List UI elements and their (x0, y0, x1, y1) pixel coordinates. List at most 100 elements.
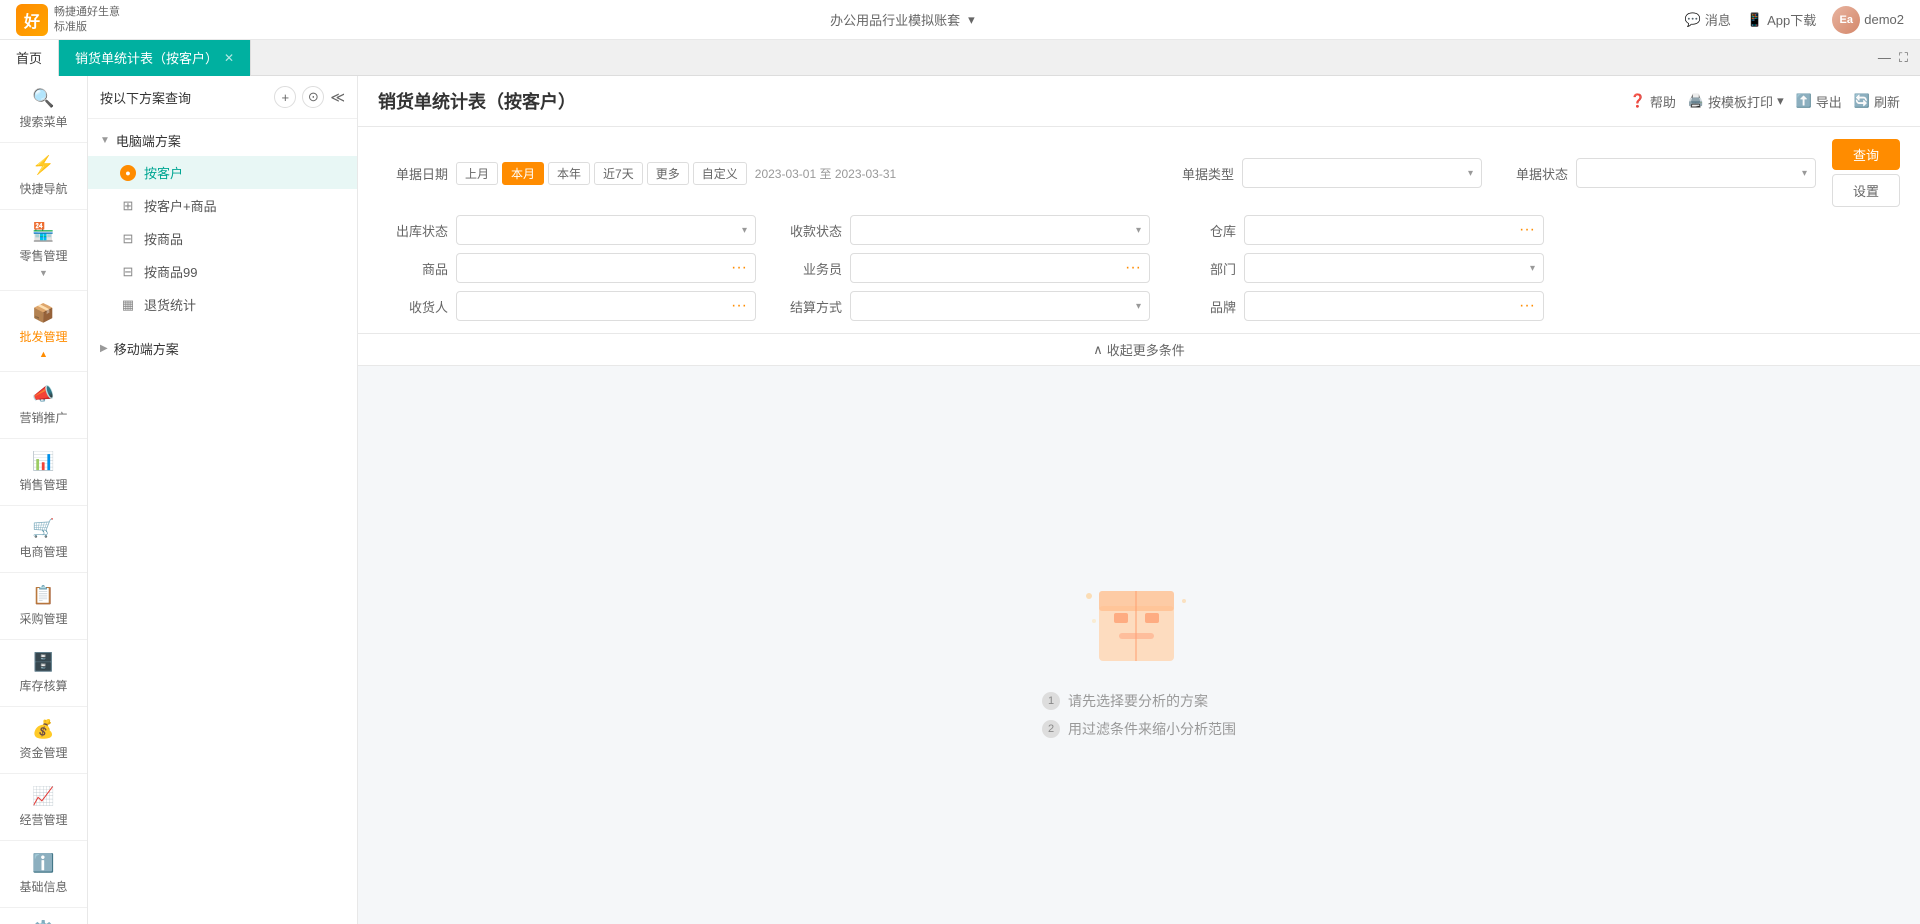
export-icon: ⬆️ (1796, 93, 1812, 109)
sidebar-item-marketing[interactable]: 📣 营销推广 (0, 372, 87, 439)
quicknav-icon: ⚡ (32, 155, 54, 176)
logo-icon: 好 (16, 4, 48, 36)
sidebar-item-wholesale[interactable]: 📦 批发管理 ▲ (0, 291, 87, 372)
add-scheme-btn[interactable]: + (274, 86, 296, 108)
date-btn-this-month[interactable]: 本月 (502, 162, 544, 185)
sidebar-item-ecommerce[interactable]: 🛒 电商管理 (0, 506, 87, 573)
sidebar-ecommerce-label: 电商管理 (19, 543, 67, 560)
receiver-input[interactable]: ··· (456, 291, 756, 321)
tab-sales-stat[interactable]: 销货单统计表（按客户） ✕ (59, 40, 251, 76)
sidebar-search-label: 搜索菜单 (19, 113, 67, 130)
industry-name: 办公用品行业模拟账套 (830, 10, 960, 29)
scheme-item-by-goods[interactable]: ⊟ 按商品 (88, 222, 357, 255)
setting-btn[interactable]: 设置 (1832, 174, 1900, 207)
tab-home-label: 首页 (16, 48, 42, 67)
sysmgmt-icon: ⚙️ (32, 920, 54, 924)
warehouse-input[interactable]: ··· (1244, 215, 1544, 245)
brand-input[interactable]: ··· (1244, 291, 1544, 321)
tab-controls: — ⛶ (1866, 50, 1920, 66)
sidebar-item-finance[interactable]: 💰 资金管理 (0, 707, 87, 774)
message-icon: 💬 (1685, 12, 1701, 28)
date-label: 单据日期 (378, 164, 448, 183)
retail-arrow-icon: ▼ (39, 268, 48, 278)
scheme-group-desktop-header[interactable]: ▼ 电脑端方案 (88, 125, 357, 156)
query-btn[interactable]: 查询 (1832, 139, 1900, 170)
edit-scheme-btn[interactable]: ⊙ (302, 86, 324, 108)
left-panel-title: 按以下方案查询 (100, 88, 191, 107)
scheme-group-mobile-header[interactable]: ▶ 移动端方案 (88, 333, 357, 364)
scheme-item-by-customer[interactable]: ● 按客户 (88, 156, 357, 189)
date-btn-this-year[interactable]: 本年 (548, 162, 590, 185)
staff-input[interactable]: ··· (850, 253, 1150, 283)
scheme-icon-bar2: ▦ (120, 297, 136, 313)
tab-home[interactable]: 首页 (0, 40, 59, 76)
scheme-item-by-customer-goods[interactable]: ⊞ 按客户+商品 (88, 189, 357, 222)
goods-dots[interactable]: ··· (731, 259, 747, 277)
tab-close-icon[interactable]: ✕ (224, 51, 234, 65)
receiver-dots[interactable]: ··· (731, 297, 747, 315)
sidebar-finance-label: 资金管理 (19, 744, 67, 761)
dept-filter: 部门 ▾ (1166, 253, 1544, 283)
sidebar-item-quick-nav[interactable]: ⚡ 快捷导航 (0, 143, 87, 210)
brand-label: 品牌 (1166, 297, 1236, 316)
collapse-left-panel-btn[interactable]: ≪ (330, 89, 345, 106)
sidebar-retail-label: 零售管理 (19, 247, 67, 264)
message-btn[interactable]: 💬 消息 (1685, 10, 1731, 29)
sidebar-item-purchase[interactable]: 📋 采购管理 (0, 573, 87, 640)
staff-dots[interactable]: ··· (1125, 259, 1141, 277)
username-label: demo2 (1864, 12, 1904, 27)
pay-status-select[interactable]: ▾ (850, 215, 1150, 245)
scheme-item-by-goods-99[interactable]: ⊟ 按商品99 (88, 255, 357, 288)
message-label: 消息 (1705, 10, 1731, 29)
sidebar-quicknav-label: 快捷导航 (19, 180, 67, 197)
user-menu[interactable]: Ea demo2 (1832, 6, 1904, 34)
collapse-link[interactable]: ∧ 收起更多条件 (1093, 340, 1185, 359)
sidebar-item-inventory[interactable]: 🗄️ 库存核算 (0, 640, 87, 707)
topbar-left: 好 畅捷通好生意 标准版 (16, 4, 120, 36)
goods-input[interactable]: ··· (456, 253, 756, 283)
out-status-select[interactable]: ▾ (456, 215, 756, 245)
date-btn-last-month[interactable]: 上月 (456, 162, 498, 185)
sidebar-item-search[interactable]: 🔍 搜索菜单 (0, 76, 87, 143)
topbar: 好 畅捷通好生意 标准版 办公用品行业模拟账套 ▾ 💬 消息 📱 App下载 E… (0, 0, 1920, 40)
date-btn-custom[interactable]: 自定义 (693, 162, 747, 185)
right-panel: 销货单统计表（按客户） ❓ 帮助 🖨️ 按模板打印 ▾ ⬆️ 导出 (358, 76, 1920, 924)
content-area: 按以下方案查询 + ⊙ ≪ ▼ 电脑端方案 ● 按客户 ⊞ 按客 (88, 76, 1920, 924)
doc-type-select[interactable]: ▾ (1242, 158, 1482, 188)
marketing-icon: 📣 (32, 384, 54, 405)
sidebar-item-operations[interactable]: 📈 经营管理 (0, 774, 87, 841)
sidebar-item-sysmgmt[interactable]: ⚙️ 系统管理 (0, 908, 87, 924)
empty-hint-1-text: 请先选择要分析的方案 (1068, 691, 1208, 711)
main-layout: 🔍 搜索菜单 ⚡ 快捷导航 🏪 零售管理 ▼ 📦 批发管理 ▲ 📣 营销推广 📊… (0, 76, 1920, 924)
topbar-center: 办公用品行业模拟账套 ▾ (830, 10, 975, 29)
brand-dots[interactable]: ··· (1519, 297, 1535, 315)
help-btn[interactable]: ❓ 帮助 (1630, 92, 1676, 111)
scheme-item-return-stat[interactable]: ▦ 退货统计 (88, 288, 357, 321)
sidebar: 🔍 搜索菜单 ⚡ 快捷导航 🏪 零售管理 ▼ 📦 批发管理 ▲ 📣 营销推广 📊… (0, 76, 88, 924)
tab-sales-stat-label: 销货单统计表（按客户） (75, 48, 218, 67)
scheme-group-mobile-label: 移动端方案 (114, 339, 179, 358)
print-btn[interactable]: 🖨️ 按模板打印 ▾ (1688, 92, 1784, 111)
page-header: 销货单统计表（按客户） ❓ 帮助 🖨️ 按模板打印 ▾ ⬆️ 导出 (358, 76, 1920, 127)
refresh-btn[interactable]: 🔄 刷新 (1854, 92, 1900, 111)
out-status-arrow: ▾ (742, 225, 747, 236)
warehouse-dots[interactable]: ··· (1519, 221, 1535, 239)
help-icon: ❓ (1630, 93, 1646, 109)
search-icon: 🔍 (32, 88, 54, 109)
app-download-label: App下载 (1767, 10, 1816, 29)
filter-row-4: 收货人 ··· 结算方式 ▾ 品牌 (358, 283, 1920, 334)
sidebar-item-baseinfo[interactable]: ℹ️ 基础信息 (0, 841, 87, 908)
dept-select[interactable]: ▾ (1244, 253, 1544, 283)
export-btn[interactable]: ⬆️ 导出 (1796, 92, 1842, 111)
app-download-btn[interactable]: 📱 App下载 (1747, 10, 1816, 29)
date-btn-7days[interactable]: 近7天 (594, 162, 643, 185)
settle-label: 结算方式 (772, 297, 842, 316)
scheme-group-mobile: ▶ 移动端方案 (88, 327, 357, 370)
sidebar-item-retail[interactable]: 🏪 零售管理 ▼ (0, 210, 87, 291)
minimize-icon[interactable]: — (1878, 50, 1891, 65)
settle-select[interactable]: ▾ (850, 291, 1150, 321)
maximize-icon[interactable]: ⛶ (1899, 50, 1908, 66)
date-btn-more[interactable]: 更多 (647, 162, 689, 185)
sidebar-item-sales-mgmt[interactable]: 📊 销售管理 (0, 439, 87, 506)
doc-status-select[interactable]: ▾ (1576, 158, 1816, 188)
